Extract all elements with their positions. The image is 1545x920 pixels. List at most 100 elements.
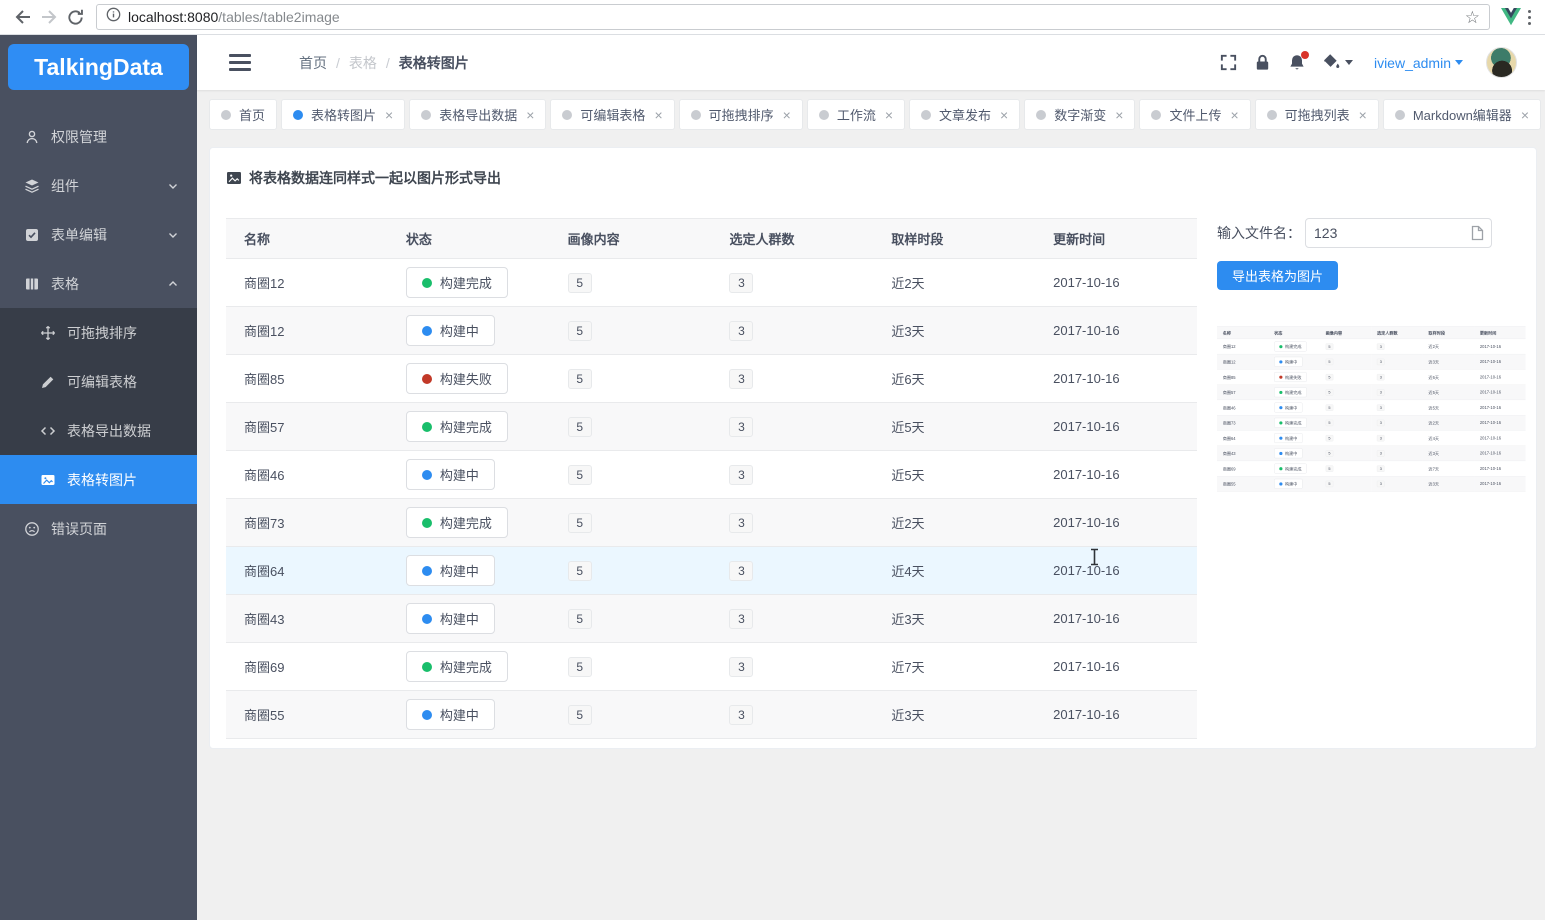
filename-row: 输入文件名： [1217, 218, 1520, 248]
table-row[interactable]: 商圈46 构建中 5 3 近5天 2017-10-16 [226, 450, 1197, 499]
table-row[interactable]: 商圈12 构建中 5 3 近3天 2017-10-16 [226, 306, 1197, 355]
avatar[interactable] [1486, 47, 1517, 78]
tab-可拖拽排序[interactable]: 可拖拽排序 × [678, 99, 803, 130]
tab-文件上传[interactable]: 文件上传 × [1139, 99, 1251, 130]
sidebar-item-table-to-image[interactable]: 表格转图片 [0, 455, 197, 504]
tab-表格转图片[interactable]: 表格转图片 × [281, 99, 406, 130]
url-path: /tables/table2image [218, 9, 340, 25]
cell-update: 2017-10-16 [1474, 354, 1526, 370]
browser-forward-icon[interactable] [36, 4, 62, 30]
lock-icon[interactable] [1253, 53, 1272, 72]
sidebar-item-error-pages[interactable]: 错误页面 [0, 504, 197, 553]
cell-name: 商圈12 [1217, 354, 1269, 370]
tab-close-icon[interactable]: × [783, 108, 791, 122]
table-row[interactable]: 商圈12 构建完成 5 3 近2天 2017-10-16 [226, 258, 1197, 307]
sidebar-item-table-export[interactable]: 表格导出数据 [0, 406, 197, 455]
browser-refresh-icon[interactable] [62, 4, 88, 30]
export-data-icon [40, 426, 56, 435]
sidebar-item-components[interactable]: 组件 [0, 161, 197, 210]
tab-工作流[interactable]: 工作流 × [806, 99, 906, 130]
cell-period: 近3天 [873, 306, 1036, 355]
sidebar-item-permissions[interactable]: 权限管理 [0, 112, 197, 161]
data-table: 名称 状态 画像内容 选定人群数 取样时段 更新时间 商圈12 构建完成 5 3 近2天 2017-… [226, 218, 1197, 739]
people-badge: 3 [729, 704, 754, 725]
table-row: 商圈69 构建完成 5 3 近7天 2017-10-16 [1217, 460, 1526, 477]
people-badge: 3 [1377, 404, 1385, 411]
table-row: 商圈46 构建中 5 3 近5天 2017-10-16 [1217, 399, 1526, 416]
status-label: 构建中 [1284, 451, 1298, 456]
sidebar-item-tables[interactable]: 表格 [0, 259, 197, 308]
status-button[interactable]: 构建完成 [405, 507, 508, 538]
breadcrumb-tables[interactable]: 表格 [349, 53, 377, 73]
cell-name: 商圈55 [1217, 476, 1269, 492]
table-row[interactable]: 商圈73 构建完成 5 3 近2天 2017-10-16 [226, 498, 1197, 547]
sidebar-item-drag-sort[interactable]: 可拖拽排序 [0, 308, 197, 357]
tab-close-icon[interactable]: × [1230, 108, 1238, 122]
hamburger-menu-icon[interactable] [229, 54, 251, 71]
tab-文章发布[interactable]: 文章发布 × [909, 99, 1021, 130]
sidebar-item-form-edit[interactable]: 表单编辑 [0, 210, 197, 259]
browser-back-icon[interactable] [10, 4, 36, 30]
status-button: 构建中 [1274, 478, 1303, 489]
sidebar-item-editable-table[interactable]: 可编辑表格 [0, 357, 197, 406]
breadcrumb-home[interactable]: 首页 [299, 53, 327, 73]
browser-menu-icon[interactable] [1524, 6, 1535, 29]
table-row[interactable]: 商圈43 构建中 5 3 近3天 2017-10-16 [226, 594, 1197, 643]
table-row[interactable]: 商圈85 构建失败 5 3 近6天 2017-10-16 [226, 354, 1197, 403]
filename-input[interactable] [1305, 218, 1492, 248]
tab-close-icon[interactable]: × [1000, 108, 1008, 122]
cell-portrait: 5 [1319, 354, 1372, 370]
tab-close-icon[interactable]: × [1115, 108, 1123, 122]
tab-close-icon[interactable]: × [885, 108, 893, 122]
url-text[interactable]: localhost:8080/tables/table2image [128, 9, 340, 25]
status-button[interactable]: 构建完成 [405, 267, 508, 298]
tab-首页[interactable]: 首页 [209, 99, 278, 130]
table-row[interactable]: 商圈64 构建中 5 3 近4天 2017-10-16 [226, 546, 1197, 595]
main-column: 首页 / 表格 / 表格转图片 iview_admin 首页 表格转图片 × 表… [197, 35, 1545, 920]
cell-people: 3 [711, 258, 874, 307]
status-button[interactable]: 构建中 [405, 315, 495, 346]
tab-close-icon[interactable]: × [385, 108, 393, 122]
status-button[interactable]: 构建完成 [405, 651, 508, 682]
table-row: 商圈55 构建中 5 3 近3天 2017-10-16 [1217, 476, 1526, 492]
breadcrumb-separator: / [385, 54, 390, 71]
people-badge: 3 [1377, 465, 1385, 472]
status-button[interactable]: 构建失败 [405, 363, 508, 394]
address-bar[interactable]: localhost:8080/tables/table2image ☆ [96, 4, 1490, 30]
export-table-button[interactable]: 导出表格为图片 [1217, 261, 1339, 290]
status-button[interactable]: 构建中 [405, 603, 495, 634]
tab-close-icon[interactable]: × [1359, 108, 1367, 122]
tab-dot-icon [921, 109, 932, 120]
vue-devtools-icon[interactable] [1498, 4, 1524, 30]
cell-status: 构建完成 [387, 642, 550, 691]
table-row[interactable]: 商圈69 构建完成 5 3 近7天 2017-10-16 [226, 642, 1197, 691]
cell-status: 构建完成 [1268, 338, 1320, 355]
talkingdata-logo[interactable]: TalkingData [8, 44, 189, 90]
notification-bell-icon[interactable] [1287, 50, 1309, 73]
status-button[interactable]: 构建中 [405, 459, 495, 490]
tab-close-icon[interactable]: × [654, 108, 662, 122]
cell-name: 商圈69 [1217, 460, 1269, 477]
bookmark-star-icon[interactable]: ☆ [1465, 9, 1480, 26]
tab-表格导出数据[interactable]: 表格导出数据 × [409, 99, 547, 130]
tab-dot-icon [421, 109, 432, 120]
user-menu[interactable]: iview_admin [1374, 55, 1463, 71]
status-button[interactable]: 构建完成 [405, 411, 508, 442]
portrait-badge: 5 [1325, 389, 1334, 396]
fullscreen-icon[interactable] [1219, 53, 1238, 72]
status-button[interactable]: 构建中 [405, 555, 495, 586]
table-row[interactable]: 商圈57 构建完成 5 3 近5天 2017-10-16 [226, 402, 1197, 451]
theme-icon[interactable] [1322, 53, 1353, 72]
tab-可拖拽列表[interactable]: 可拖拽列表 × [1254, 99, 1379, 130]
document-icon [1471, 225, 1484, 241]
table-row[interactable]: 商圈55 构建中 5 3 近3天 2017-10-16 [226, 690, 1197, 739]
status-dot-icon [1279, 390, 1283, 394]
status-button[interactable]: 构建中 [405, 699, 495, 730]
tab-close-icon[interactable]: × [1521, 108, 1529, 122]
tab-close-icon[interactable]: × [526, 108, 534, 122]
site-info-icon[interactable] [106, 7, 121, 27]
sidebar-item-label: 表单编辑 [51, 226, 107, 243]
tab-Markdown编辑器[interactable]: Markdown编辑器 × [1382, 99, 1541, 130]
tab-数字渐变[interactable]: 数字渐变 × [1024, 99, 1136, 130]
tab-可编辑表格[interactable]: 可编辑表格 × [550, 99, 675, 130]
